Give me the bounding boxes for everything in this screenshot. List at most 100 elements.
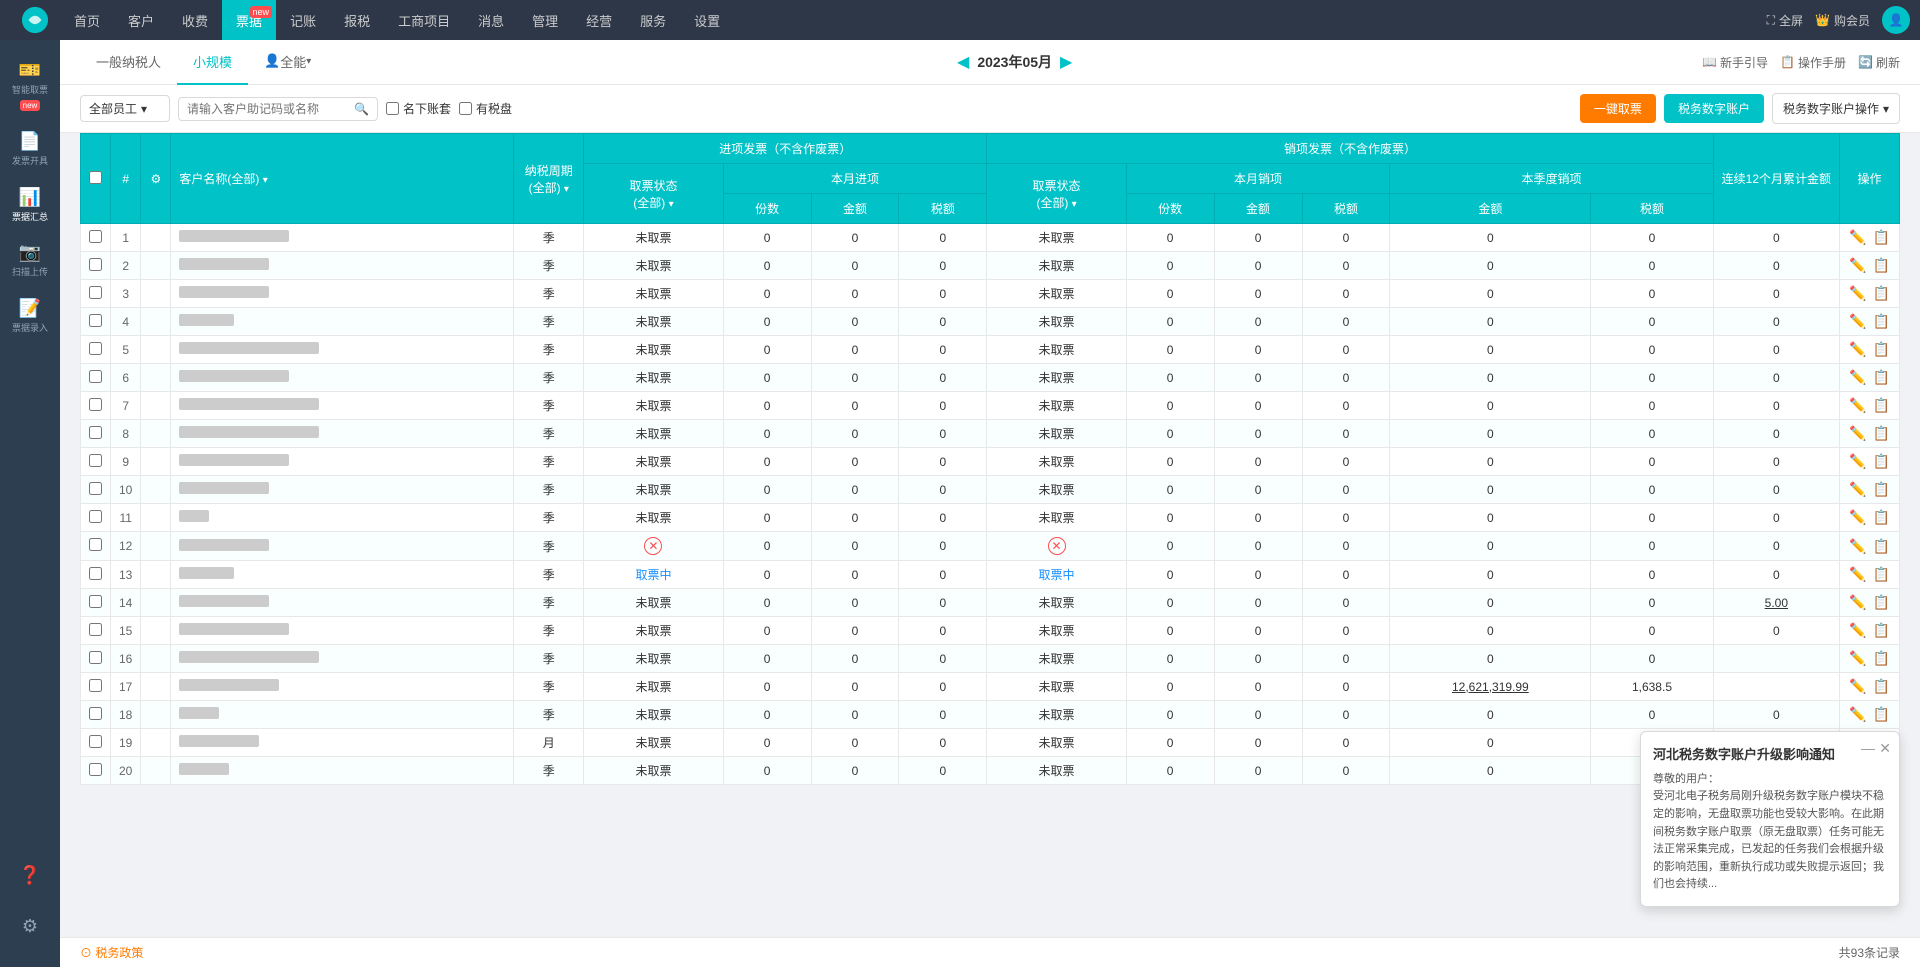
cell-checkbox[interactable] <box>81 757 111 785</box>
edit-icon[interactable]: ✏️ <box>1849 481 1866 498</box>
row-checkbox[interactable] <box>89 454 102 467</box>
next-month-button[interactable]: ▶ <box>1060 52 1072 72</box>
has-tax-disk-checkbox[interactable]: 有税盘 <box>459 100 512 117</box>
refresh-button[interactable]: 🔄 刷新 <box>1858 54 1900 71</box>
row-checkbox[interactable] <box>89 595 102 608</box>
row-checkbox[interactable] <box>89 651 102 664</box>
copy-icon[interactable]: 📋 <box>1873 313 1890 330</box>
row-checkbox[interactable] <box>89 763 102 776</box>
row-checkbox[interactable] <box>89 314 102 327</box>
cell-checkbox[interactable] <box>81 252 111 280</box>
row-checkbox[interactable] <box>89 398 102 411</box>
notification-close-button[interactable]: ✕ <box>1879 740 1891 757</box>
edit-icon[interactable]: ✏️ <box>1849 706 1866 723</box>
sidebar-item-scan-upload[interactable]: 📷 扫描上传 <box>0 232 60 288</box>
prev-month-button[interactable]: ◀ <box>957 52 969 72</box>
nav-message[interactable]: 消息 <box>464 0 518 40</box>
edit-icon[interactable]: ✏️ <box>1849 509 1866 526</box>
edit-icon[interactable]: ✏️ <box>1849 229 1866 246</box>
select-all-checkbox[interactable] <box>89 171 102 184</box>
cell-checkbox[interactable] <box>81 364 111 392</box>
cell-checkbox[interactable] <box>81 504 111 532</box>
tab-all[interactable]: 👤 全能 ▾ <box>248 40 327 85</box>
search-icon[interactable]: 🔍 <box>354 102 369 116</box>
tax-policy-link[interactable]: ⊙ 税务政策 <box>80 944 143 961</box>
edit-icon[interactable]: ✏️ <box>1849 425 1866 442</box>
notification-minimize-button[interactable]: — <box>1861 740 1875 756</box>
cell-checkbox[interactable] <box>81 392 111 420</box>
subordinate-accounts-input[interactable] <box>386 102 399 115</box>
edit-icon[interactable]: ✏️ <box>1849 622 1866 639</box>
cell-checkbox[interactable] <box>81 308 111 336</box>
row-checkbox[interactable] <box>89 623 102 636</box>
cell-checkbox[interactable] <box>81 617 111 645</box>
subordinate-accounts-checkbox[interactable]: 名下账套 <box>386 100 451 117</box>
sidebar-item-smart-ticket[interactable]: 🎫 智能取票 new <box>0 50 60 121</box>
row-checkbox[interactable] <box>89 286 102 299</box>
has-tax-disk-input[interactable] <box>459 102 472 115</box>
edit-icon[interactable]: ✏️ <box>1849 313 1866 330</box>
cell-checkbox[interactable] <box>81 673 111 701</box>
copy-icon[interactable]: 📋 <box>1873 678 1890 695</box>
nav-bookkeeping[interactable]: 记账 <box>276 0 330 40</box>
copy-icon[interactable]: 📋 <box>1873 341 1890 358</box>
copy-icon[interactable]: 📋 <box>1873 397 1890 414</box>
copy-icon[interactable]: 📋 <box>1873 706 1890 723</box>
copy-icon[interactable]: 📋 <box>1873 425 1890 442</box>
app-logo[interactable] <box>10 6 60 34</box>
row-checkbox[interactable] <box>89 707 102 720</box>
cell-checkbox[interactable] <box>81 532 111 561</box>
vip-button[interactable]: 👑 购会员 <box>1815 12 1870 29</box>
copy-icon[interactable]: 📋 <box>1873 650 1890 667</box>
edit-icon[interactable]: ✏️ <box>1849 257 1866 274</box>
nav-manage[interactable]: 管理 <box>518 0 572 40</box>
edit-icon[interactable]: ✏️ <box>1849 285 1866 302</box>
nav-settings[interactable]: 设置 <box>680 0 734 40</box>
copy-icon[interactable]: 📋 <box>1873 538 1890 555</box>
new-guide-button[interactable]: 📖 新手引导 <box>1702 54 1768 71</box>
one-click-ticket-button[interactable]: 一键取票 <box>1580 94 1656 123</box>
sidebar-item-settings[interactable]: ⚙ <box>19 906 41 947</box>
cell-checkbox[interactable] <box>81 561 111 589</box>
edit-icon[interactable]: ✏️ <box>1849 594 1866 611</box>
cell-checkbox[interactable] <box>81 589 111 617</box>
row-checkbox[interactable] <box>89 342 102 355</box>
copy-icon[interactable]: 📋 <box>1873 285 1890 302</box>
cell-checkbox[interactable] <box>81 224 111 252</box>
cell-checkbox[interactable] <box>81 420 111 448</box>
row-checkbox[interactable] <box>89 482 102 495</box>
row-checkbox[interactable] <box>89 370 102 383</box>
edit-icon[interactable]: ✏️ <box>1849 538 1866 555</box>
copy-icon[interactable]: 📋 <box>1873 566 1890 583</box>
row-checkbox[interactable] <box>89 230 102 243</box>
tab-general-taxpayer[interactable]: 一般纳税人 <box>80 40 177 85</box>
row-checkbox[interactable] <box>89 679 102 692</box>
nav-business[interactable]: 工商项目 <box>384 0 464 40</box>
cell-checkbox[interactable] <box>81 476 111 504</box>
fullscreen-button[interactable]: ⛶ 全屏 <box>1767 12 1803 29</box>
edit-icon[interactable]: ✏️ <box>1849 341 1866 358</box>
search-input[interactable] <box>187 102 350 116</box>
manual-button[interactable]: 📋 操作手册 <box>1780 54 1846 71</box>
sidebar-item-ticket-entry[interactable]: 📝 票据录入 <box>0 288 60 344</box>
user-avatar[interactable]: 👤 <box>1882 6 1910 34</box>
nav-ticket[interactable]: 票据 new <box>222 0 276 40</box>
nav-fee[interactable]: 收费 <box>168 0 222 40</box>
row-checkbox[interactable] <box>89 735 102 748</box>
cell-checkbox[interactable] <box>81 336 111 364</box>
edit-icon[interactable]: ✏️ <box>1849 678 1866 695</box>
cell-checkbox[interactable] <box>81 645 111 673</box>
edit-icon[interactable]: ✏️ <box>1849 397 1866 414</box>
row-checkbox[interactable] <box>89 510 102 523</box>
edit-icon[interactable]: ✏️ <box>1849 650 1866 667</box>
nav-customer[interactable]: 客户 <box>114 0 168 40</box>
row-checkbox[interactable] <box>89 426 102 439</box>
cell-checkbox[interactable] <box>81 448 111 476</box>
sidebar-item-ticket-summary[interactable]: 📊 票据汇总 <box>0 177 60 233</box>
row-checkbox[interactable] <box>89 258 102 271</box>
tax-digital-account-button[interactable]: 税务数字账户 <box>1664 94 1764 123</box>
copy-icon[interactable]: 📋 <box>1873 257 1890 274</box>
edit-icon[interactable]: ✏️ <box>1849 566 1866 583</box>
copy-icon[interactable]: 📋 <box>1873 453 1890 470</box>
copy-icon[interactable]: 📋 <box>1873 481 1890 498</box>
